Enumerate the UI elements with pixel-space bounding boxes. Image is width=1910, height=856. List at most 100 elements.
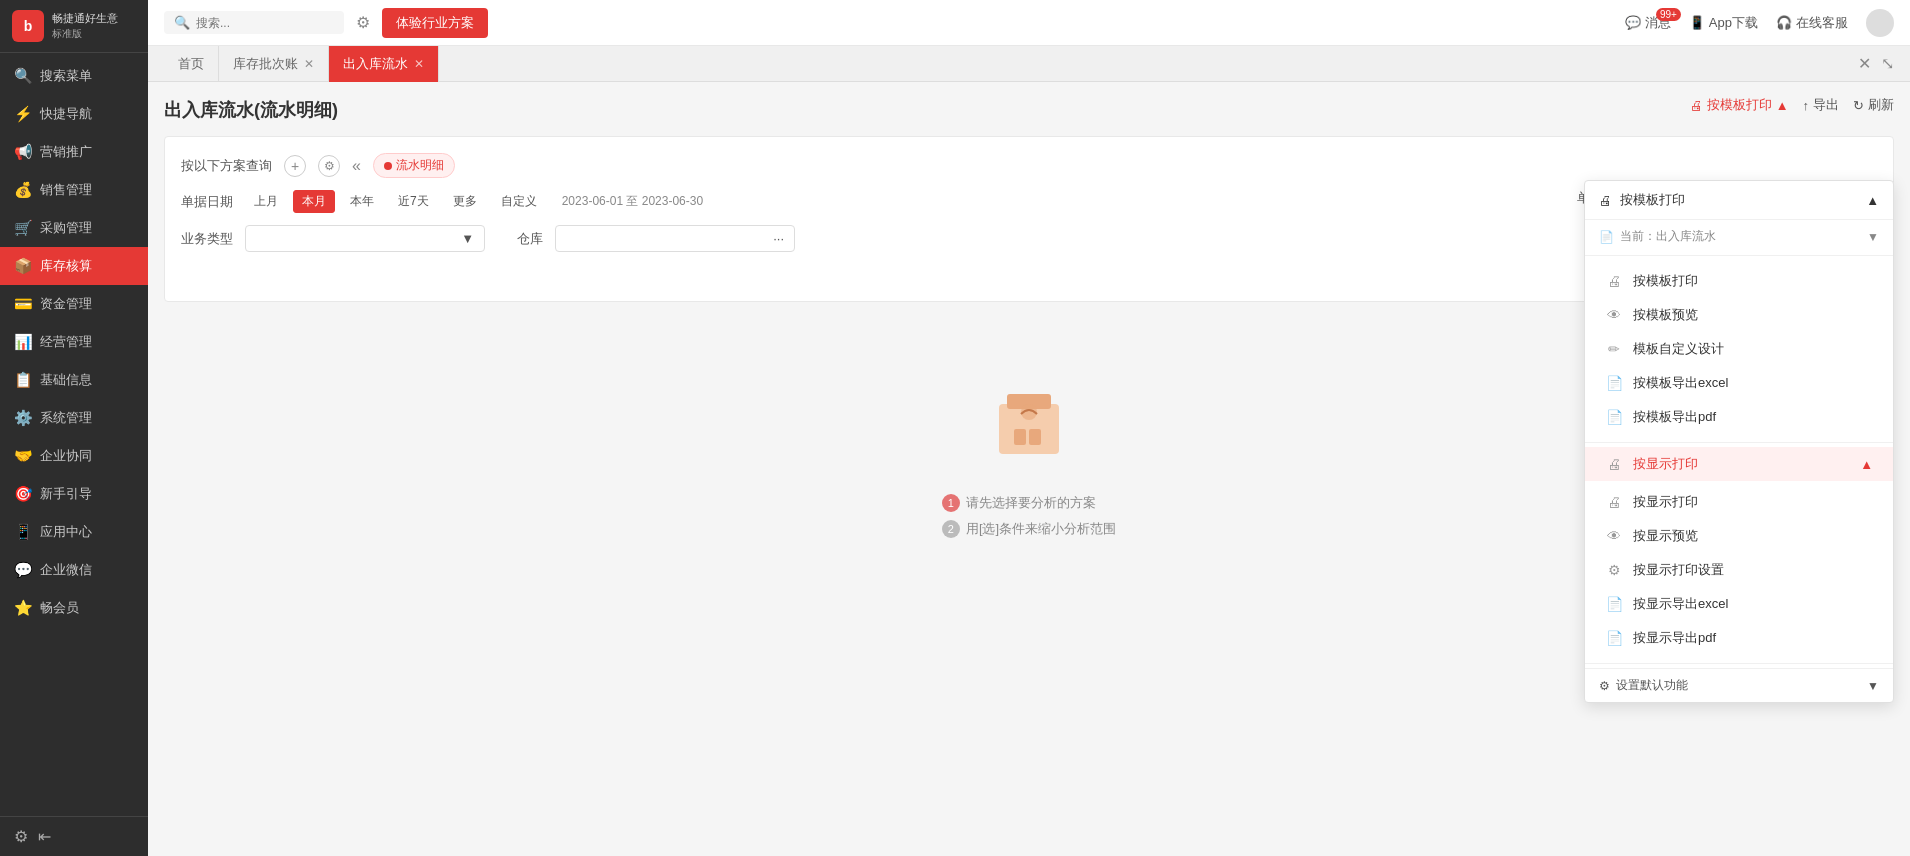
display-settings-label: 按显示打印设置 — [1633, 561, 1724, 579]
template-preview-item[interactable]: 👁 按模板预览 — [1585, 298, 1893, 332]
display-print-item[interactable]: 🖨 按显示打印 — [1585, 485, 1893, 519]
divider-1 — [1585, 255, 1893, 256]
template-excel-label: 按模板导出excel — [1633, 374, 1728, 392]
logo-text: 畅捷通好生意 — [52, 11, 118, 26]
svg-rect-3 — [1029, 429, 1041, 445]
sidebar-item-member[interactable]: ⭐畅会员 — [0, 589, 148, 627]
sidebar-item-basic[interactable]: 📋基础信息 — [0, 361, 148, 399]
date-option-last-7[interactable]: 近7天 — [389, 190, 438, 213]
sidebar-item-finance[interactable]: 💳资金管理 — [0, 285, 148, 323]
topbar-search-box[interactable]: 🔍 — [164, 11, 344, 34]
svg-rect-2 — [1014, 429, 1026, 445]
tab-home[interactable]: 首页 — [164, 46, 219, 82]
tab-flow[interactable]: 出入库流水✕ — [329, 46, 439, 82]
date-option-this-month[interactable]: 本月 — [293, 190, 335, 213]
display-excel-item[interactable]: 📄 按显示导出excel — [1585, 587, 1893, 621]
online-service-btn[interactable]: 🎧 在线客服 — [1776, 14, 1848, 32]
sidebar-item-label: 新手引导 — [40, 485, 92, 503]
date-label: 单据日期 — [181, 193, 233, 211]
phone-icon: 📱 — [1689, 15, 1705, 30]
user-avatar[interactable] — [1866, 9, 1894, 37]
template-print-icon: 🖨 — [1605, 273, 1623, 289]
finance-icon: 💳 — [14, 295, 32, 313]
sidebar-item-sales[interactable]: 💰销售管理 — [0, 171, 148, 209]
operations-icon: 📊 — [14, 333, 32, 351]
display-pdf-item[interactable]: 📄 按显示导出pdf — [1585, 621, 1893, 655]
chevron-up-icon: ▲ — [1776, 98, 1789, 113]
inventory-icon: 📦 — [14, 257, 32, 275]
footer-chevron-down: ▼ — [1867, 679, 1879, 693]
sidebar-item-inventory[interactable]: 📦库存核算 — [0, 247, 148, 285]
date-option-last-month[interactable]: 上月 — [245, 190, 287, 213]
warehouse-select[interactable]: ··· — [555, 225, 795, 252]
tab-batch-account[interactable]: 库存批次账✕ — [219, 46, 329, 82]
tip-text-2: 用[选]条件来缩小分析范围 — [966, 520, 1116, 538]
print-template-btn[interactable]: 🖨 按模板打印 ▲ — [1690, 96, 1789, 114]
sidebar-item-quick-nav[interactable]: ⚡快捷导航 — [0, 95, 148, 133]
sidebar-item-label: 畅会员 — [40, 599, 79, 617]
display-preview-item[interactable]: 👁 按显示预览 — [1585, 519, 1893, 553]
sidebar-item-system[interactable]: ⚙️系统管理 — [0, 399, 148, 437]
empty-illustration — [979, 374, 1079, 474]
tab-close-icon[interactable]: ✕ — [414, 57, 424, 71]
display-print-icon: 🖨 — [1605, 494, 1623, 510]
sidebar-item-label: 快捷导航 — [40, 105, 92, 123]
filter-settings-btn[interactable]: ⚙ — [318, 155, 340, 177]
refresh-btn[interactable]: ↻ 刷新 — [1853, 96, 1894, 114]
date-option-this-year[interactable]: 本年 — [341, 190, 383, 213]
display-section-header[interactable]: 🖨 按显示打印 ▲ — [1585, 447, 1893, 481]
app-center-icon: 📱 — [14, 523, 32, 541]
tab-close-icon[interactable]: ✕ — [304, 57, 314, 71]
settings-icon[interactable]: ⚙ — [14, 827, 28, 846]
sidebar-item-label: 应用中心 — [40, 523, 92, 541]
collapse-sidebar-icon[interactable]: ⇤ — [38, 827, 51, 846]
template-design-item[interactable]: ✏ 模板自定义设计 — [1585, 332, 1893, 366]
sidebar-item-collab[interactable]: 🤝企业协同 — [0, 437, 148, 475]
filter-collapse-btn[interactable]: « — [352, 157, 361, 175]
template-excel-item[interactable]: 📄 按模板导出excel — [1585, 366, 1893, 400]
date-option-custom[interactable]: 自定义 — [492, 190, 546, 213]
active-filter-tag[interactable]: 流水明细 — [373, 153, 455, 178]
filter-dot — [384, 162, 392, 170]
display-pdf-icon: 📄 — [1605, 630, 1623, 646]
tip-text-1: 请先选择要分析的方案 — [966, 494, 1096, 512]
export-btn[interactable]: ↑ 导出 — [1803, 96, 1840, 114]
display-print-label: 按显示打印 — [1633, 493, 1698, 511]
dropdown-footer[interactable]: ⚙ 设置默认功能 ▼ — [1585, 668, 1893, 702]
chevron-up-icon-3: ▲ — [1866, 193, 1879, 208]
warehouse-label: 仓库 — [517, 230, 543, 248]
date-option-more[interactable]: 更多 — [444, 190, 486, 213]
footer-settings-label: 设置默认功能 — [1616, 677, 1688, 694]
main-area: 🔍 ⚙ 体验行业方案 💬 消息 99+ 📱 App下载 🎧 在线客服 — [148, 0, 1910, 856]
template-pdf-icon: 📄 — [1605, 409, 1623, 425]
filter-add-btn[interactable]: + — [284, 155, 306, 177]
search-input[interactable] — [196, 16, 316, 30]
close-window-btn[interactable]: ✕ — [1858, 54, 1871, 73]
export-icon: ↑ — [1803, 98, 1810, 113]
empty-tip-2: 2 用[选]条件来缩小分析范围 — [942, 520, 1116, 538]
template-print-item[interactable]: 🖨 按模板打印 — [1585, 264, 1893, 298]
topbar-gear-icon[interactable]: ⚙ — [356, 13, 370, 32]
sidebar-item-guide[interactable]: 🎯新手引导 — [0, 475, 148, 513]
filter-section-label: 按以下方案查询 — [181, 157, 272, 175]
business-type-select[interactable]: ▼ — [245, 225, 485, 252]
sidebar-item-operations[interactable]: 📊经营管理 — [0, 323, 148, 361]
template-section: 🖨 按模板打印 👁 按模板预览 ✏ 模板自定义设计 📄 按模板导出excel 📄 — [1585, 260, 1893, 438]
sidebar-item-app-center[interactable]: 📱 应用中心 — [0, 513, 148, 551]
sales-icon: 💰 — [14, 181, 32, 199]
trial-button[interactable]: 体验行业方案 — [382, 8, 488, 38]
template-pdf-item[interactable]: 📄 按模板导出pdf — [1585, 400, 1893, 434]
headset-icon: 🎧 — [1776, 15, 1792, 30]
sidebar-item-wechat[interactable]: 💬企业微信 — [0, 551, 148, 589]
maximize-window-btn[interactable]: ⤡ — [1881, 54, 1894, 73]
display-preview-icon: 👁 — [1605, 528, 1623, 544]
sidebar-item-purchase[interactable]: 🛒采购管理 — [0, 209, 148, 247]
sidebar-item-search[interactable]: 🔍搜索菜单 — [0, 57, 148, 95]
current-label: 当前：出入库流水 — [1620, 228, 1716, 245]
chevron-down-icon-2: ▼ — [461, 231, 474, 246]
message-btn[interactable]: 💬 消息 99+ — [1625, 14, 1671, 32]
app-download-btn[interactable]: 📱 App下载 — [1689, 14, 1758, 32]
display-settings-item[interactable]: ⚙ 按显示打印设置 — [1585, 553, 1893, 587]
template-pdf-label: 按模板导出pdf — [1633, 408, 1716, 426]
sidebar-item-marketing[interactable]: 📢营销推广 — [0, 133, 148, 171]
